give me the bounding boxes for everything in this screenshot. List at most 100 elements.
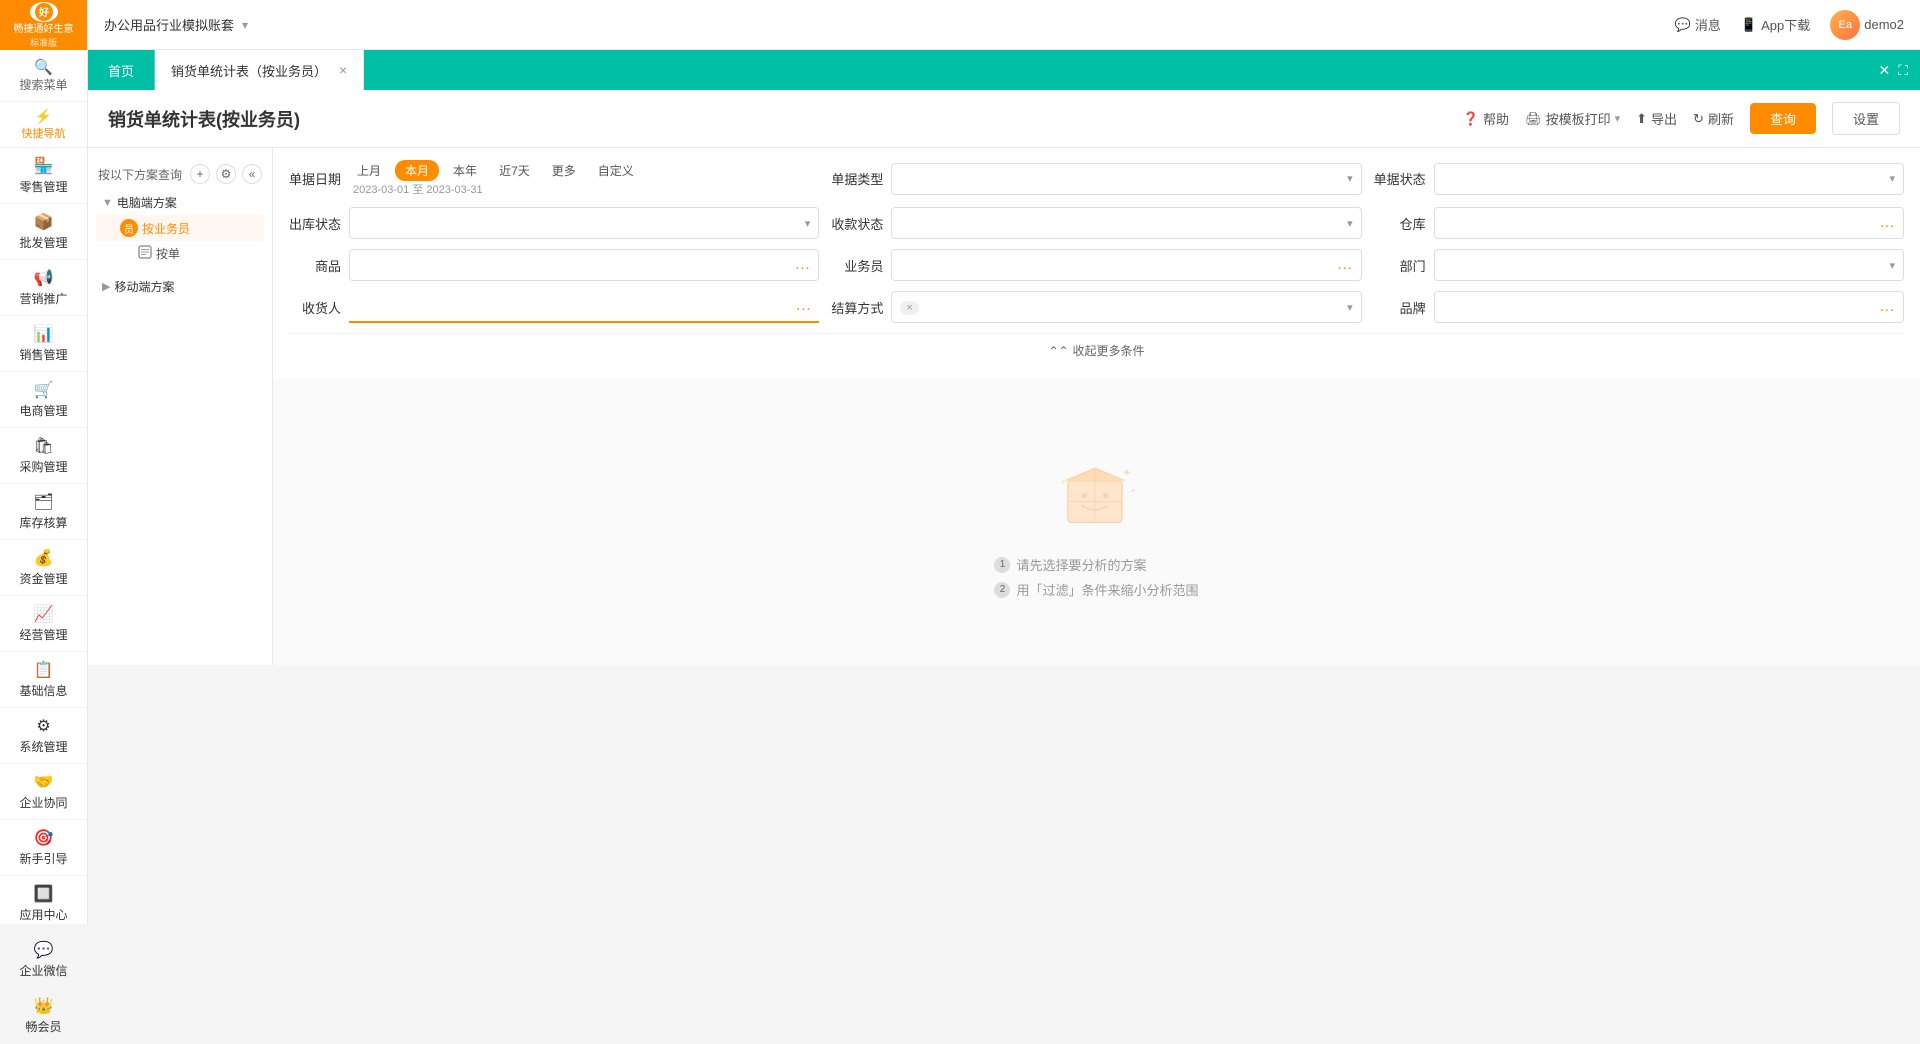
sidebar-item-15[interactable]: 👑畅会员 — [0, 988, 87, 1044]
tab-active[interactable]: 销货单统计表（按业务员） × — [155, 50, 364, 90]
tree-mobile-section[interactable]: ▶ 移动端方案 — [96, 274, 264, 299]
date-tab-7days[interactable]: 近7天 — [491, 160, 538, 181]
collapse-panel-button[interactable]: « — [242, 164, 262, 184]
sidebar-icon-9: 📋 — [34, 660, 54, 680]
sidebar-item-4[interactable]: 🛒电商管理 — [0, 372, 87, 428]
date-tab-this-month[interactable]: 本月 — [395, 160, 439, 181]
sidebar-item-1[interactable]: 📦批发管理 — [0, 204, 87, 260]
order-status-arrow: ▾ — [1889, 172, 1895, 185]
settlement-clear-badge[interactable]: × — [900, 299, 918, 315]
user-profile[interactable]: Ea demo2 — [1830, 10, 1904, 40]
message-button[interactable]: 💬 消息 — [1675, 15, 1721, 34]
sidebar-label-12: 新手引导 — [19, 850, 67, 867]
tree-pc-section[interactable]: ▼ 电脑端方案 — [96, 190, 264, 215]
tree-item-by-salesperson[interactable]: 员 按业务员 — [96, 215, 264, 241]
date-tab-this-year[interactable]: 本年 — [445, 160, 485, 181]
logo-icon: 好 — [30, 2, 58, 22]
sidebar-item-9[interactable]: 📋基础信息 — [0, 652, 87, 708]
product-input[interactable]: … — [349, 249, 819, 281]
salesperson-dots[interactable]: … — [1337, 256, 1353, 274]
sidebar-item-8[interactable]: 📈经营管理 — [0, 596, 87, 652]
settings-scheme-button[interactable]: ⚙ — [216, 164, 236, 184]
receiver-item: 收货人 … — [289, 291, 819, 323]
order-type-select[interactable]: ▾ — [891, 163, 1361, 195]
sidebar-item-2[interactable]: 📢营销推广 — [0, 260, 87, 316]
app-download-button[interactable]: 📱 App下载 — [1741, 15, 1810, 34]
tree-pc-label: 电脑端方案 — [117, 194, 177, 211]
sidebar-icon-6: 🗂 — [33, 492, 53, 512]
clear-x-icon[interactable]: × — [906, 302, 912, 314]
date-filter-control[interactable]: 上月 本月 本年 近7天 更多 自定义 2023-03-01 至 2023-03… — [349, 160, 819, 197]
main-area: 办公用品行业模拟账套 ▾ 💬 消息 📱 App下载 Ea demo2 首页 销货… — [88, 0, 1920, 924]
order-type-arrow: ▾ — [1347, 172, 1353, 185]
sidebar-item-7[interactable]: 💰资金管理 — [0, 540, 87, 596]
sidebar-item-0[interactable]: 🏪零售管理 — [0, 148, 87, 204]
order-status-select[interactable]: ▾ — [1434, 163, 1904, 195]
date-tab-custom[interactable]: 自定义 — [590, 160, 642, 181]
print-dropdown-icon[interactable]: ▾ — [1615, 112, 1621, 125]
sidebar-item-6[interactable]: 🗂 库存核算 — [0, 484, 87, 540]
app-download-label: App下载 — [1761, 15, 1810, 34]
sidebar-item-quick-nav[interactable]: ⚡ 快捷导航 — [0, 102, 87, 148]
settings-button[interactable]: 设置 — [1832, 102, 1900, 135]
date-label: 单据日期 — [289, 169, 341, 188]
add-scheme-button[interactable]: + — [190, 164, 210, 184]
help-icon: ❓ — [1463, 111, 1479, 127]
tab-close-icon[interactable]: ✕ — [1878, 62, 1890, 79]
settlement-select[interactable]: × ▾ — [891, 291, 1361, 323]
topbar-dropdown-icon[interactable]: ▾ — [242, 18, 248, 32]
tree-expand-icon: ▼ — [102, 197, 113, 209]
payment-status-select[interactable]: ▾ — [891, 207, 1361, 239]
query-button[interactable]: 查询 — [1750, 103, 1816, 134]
collapse-icon: « — [249, 167, 256, 181]
warehouse-input[interactable]: … — [1434, 207, 1904, 239]
sidebar-item-12[interactable]: 🎯新手引导 — [0, 820, 87, 876]
brand-input[interactable]: … — [1434, 291, 1904, 323]
topbar-title: 办公用品行业模拟账套 — [104, 15, 234, 34]
print-button[interactable]: 🖨 按模板打印 ▾ — [1525, 109, 1620, 128]
empty-tip-2: 2 用「过滤」条件来缩小分析范围 — [994, 580, 1198, 599]
delivery-arrow: ▾ — [805, 217, 811, 230]
sidebar-label-1: 批发管理 — [19, 234, 67, 251]
help-button[interactable]: ❓ 帮助 — [1463, 109, 1509, 128]
delivery-status-select[interactable]: ▾ — [349, 207, 819, 239]
refresh-button[interactable]: ↻ 刷新 — [1693, 109, 1734, 128]
warehouse-label: 仓库 — [1374, 214, 1426, 233]
tree-item-by-order[interactable]: 按单 — [96, 241, 264, 266]
date-tab-last-month[interactable]: 上月 — [349, 160, 389, 181]
empty-tip-1: 1 请先选择要分析的方案 — [994, 555, 1198, 574]
warehouse-dots[interactable]: … — [1879, 214, 1895, 232]
sidebar-search-label: 搜索菜单 — [4, 76, 83, 93]
app-subtitle: 标准版 — [30, 36, 57, 49]
brand-item: 品牌 … — [1374, 291, 1904, 323]
product-label: 商品 — [289, 256, 341, 275]
empty-tips: 1 请先选择要分析的方案 2 用「过滤」条件来缩小分析范围 — [994, 555, 1198, 605]
tab-maximize-icon[interactable]: ⛶ — [1898, 62, 1908, 79]
sidebar-item-10[interactable]: ⚙系统管理 — [0, 708, 87, 764]
product-dots[interactable]: … — [794, 256, 810, 274]
sidebar-label-14: 企业微信 — [19, 962, 67, 979]
receiver-dots[interactable]: … — [795, 297, 811, 315]
sidebar-item-11[interactable]: 🤝企业协同 — [0, 764, 87, 820]
export-button[interactable]: ⬆ 导出 — [1636, 109, 1677, 128]
svg-text:✦: ✦ — [1059, 477, 1066, 487]
salesperson-input[interactable]: … — [891, 249, 1361, 281]
sidebar-icon-2: 📢 — [34, 268, 54, 288]
sidebar-item-search[interactable]: 🔍 搜索菜单 — [0, 50, 87, 102]
department-select[interactable]: ▾ — [1434, 249, 1904, 281]
sidebar-item-3[interactable]: 📊销售管理 — [0, 316, 87, 372]
brand-dots[interactable]: … — [1879, 298, 1895, 316]
collapse-button[interactable]: ⌃⌃ 收起更多条件 — [1048, 342, 1144, 359]
tree-mobile-label: 移动端方案 — [114, 278, 174, 295]
tab-close-button[interactable]: × — [339, 62, 347, 78]
payment-arrow: ▾ — [1347, 217, 1353, 230]
receiver-input[interactable]: … — [349, 291, 819, 323]
scheme-tree: ▼ 电脑端方案 员 按业务员 — [88, 190, 272, 299]
date-tab-more[interactable]: 更多 — [544, 160, 584, 181]
sidebar-item-14[interactable]: 💬企业微信 — [0, 932, 87, 988]
sidebar-item-5[interactable]: 🛍采购管理 — [0, 428, 87, 484]
print-label: 按模板打印 — [1546, 109, 1611, 128]
filter-row-4: 收货人 … 结算方式 × — [289, 291, 1904, 323]
tab-home[interactable]: 首页 — [88, 50, 155, 90]
sidebar-label-6: 库存核算 — [19, 514, 67, 531]
